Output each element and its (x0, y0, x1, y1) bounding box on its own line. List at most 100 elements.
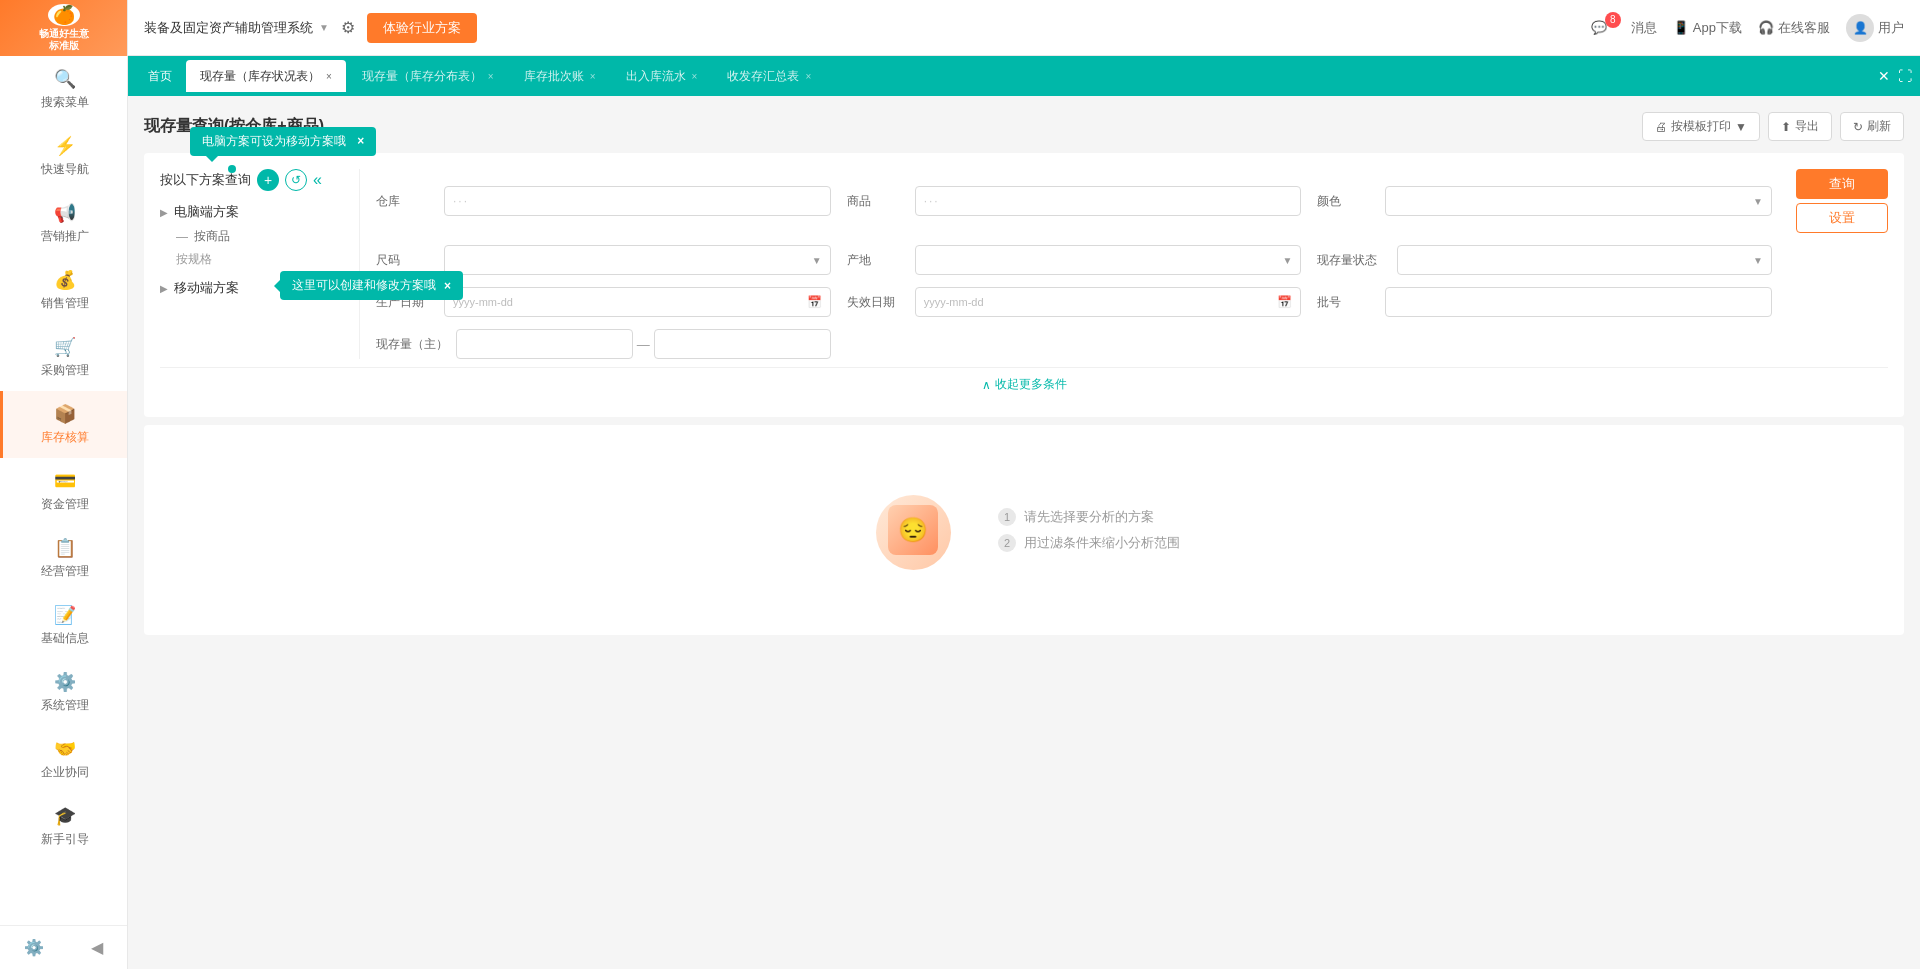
size-dropdown-icon: ▼ (812, 255, 822, 266)
tab-home[interactable]: 首页 (136, 68, 184, 85)
tab-batch-account[interactable]: 库存批次账 × (510, 60, 610, 92)
export-btn[interactable]: ⬆ 导出 (1768, 112, 1832, 141)
filter-header-label: 按以下方案查询 (160, 171, 251, 189)
sidebar-item-operations[interactable]: 📋 经营管理 (0, 525, 127, 592)
step-num-2: 2 (998, 534, 1016, 552)
tooltip2-close[interactable]: × (444, 279, 451, 293)
filter-row-3: 生产日期 yyyy-mm-dd 📅 失效日期 yyyy-mm-dd 📅 (376, 287, 1888, 317)
tab-inout-flow[interactable]: 出入库流水 × (612, 60, 712, 92)
filter-add-btn[interactable]: + (257, 169, 279, 191)
system-icon: ⚙️ (54, 671, 76, 693)
search-btn[interactable]: 查询 (1796, 169, 1888, 199)
print-btn[interactable]: 🖨 按模板打印 ▼ (1642, 112, 1760, 141)
system-title: 装备及固定资产辅助管理系统 ▼ (144, 19, 329, 37)
sidebar-item-base[interactable]: 📝 基础信息 (0, 592, 127, 659)
enterprise-icon: 🤝 (54, 738, 76, 760)
sidebar-item-marketing[interactable]: 📢 营销推广 (0, 190, 127, 257)
sidebar-label-purchase: 采购管理 (41, 362, 89, 379)
message-btn[interactable]: 💬 8 消息 (1591, 19, 1657, 37)
plan-mobile-root[interactable]: ▶ 移动端方案 这里可以创建和修改方案哦 × (160, 275, 347, 301)
sidebar-item-search[interactable]: 🔍 搜索菜单 (0, 56, 127, 123)
tab-summary[interactable]: 收发存汇总表 × (713, 60, 825, 92)
tab-inventory-distribution[interactable]: 现存量（库存分布表） × (348, 60, 508, 92)
app-download-btn[interactable]: 📱 App下载 (1673, 19, 1742, 37)
tab-close-inventory-status[interactable]: × (326, 71, 332, 82)
print-dropdown-icon[interactable]: ▼ (1735, 120, 1747, 134)
calendar-icon-2: 📅 (1277, 295, 1292, 309)
tab-close-distribution[interactable]: × (488, 71, 494, 82)
refresh-btn[interactable]: ↻ 刷新 (1840, 112, 1904, 141)
tab-close-summary[interactable]: × (805, 71, 811, 82)
sidebar-label-search: 搜索菜单 (41, 94, 89, 111)
sidebar-item-guide[interactable]: 🎓 新手引导 (0, 793, 127, 860)
filter-refresh-btn[interactable]: ↺ (285, 169, 307, 191)
warehouse-select[interactable]: ··· (444, 186, 831, 216)
settings-icon[interactable]: ⚙️ (24, 938, 44, 957)
filter-back-icon[interactable]: « (313, 171, 322, 189)
inv-min-input[interactable] (456, 329, 633, 359)
plan-pc-root[interactable]: ▶ 电脑端方案 (160, 199, 347, 225)
filter-row-4: 现存量（主） — (376, 329, 1888, 359)
inventory-icon: 📦 (54, 403, 76, 425)
guide-icon: 🎓 (54, 805, 76, 827)
sidebar-label-system: 系统管理 (41, 697, 89, 714)
filter-row-1: 仓库 ··· 商品 ··· (376, 169, 1888, 233)
refresh-icon: ↻ (1853, 120, 1863, 134)
system-title-dropdown-icon[interactable]: ▼ (319, 22, 329, 33)
sidebar-label-inventory: 库存核算 (41, 429, 89, 446)
sidebar-item-enterprise[interactable]: 🤝 企业协同 (0, 726, 127, 793)
inv-max-input[interactable] (654, 329, 831, 359)
origin-dropdown-icon: ▼ (1282, 255, 1292, 266)
sidebar-label-base: 基础信息 (41, 630, 89, 647)
reset-btn[interactable]: 设置 (1796, 203, 1888, 233)
filter-inv-amount: 现存量（主） — (376, 329, 831, 359)
sidebar-item-system[interactable]: ⚙️ 系统管理 (0, 659, 127, 726)
sidebar-item-quicknav[interactable]: ⚡ 快速导航 (0, 123, 127, 190)
prod-date-start[interactable]: yyyy-mm-dd 📅 (444, 287, 831, 317)
tab-inventory-status[interactable]: 现存量（库存状况表） × (186, 60, 346, 92)
user-avatar-btn[interactable]: 👤 用户 (1846, 14, 1904, 42)
page-body: 现存量查询(按仓库+商品) 🖨 按模板打印 ▼ ⬆ 导出 ↻ 刷新 (128, 96, 1920, 969)
sidebar-item-sales[interactable]: 💰 销售管理 (0, 257, 127, 324)
size-select[interactable]: ▼ (444, 245, 831, 275)
collapse-up-icon: ∧ (982, 378, 991, 392)
tab-bar: 首页 现存量（库存状况表） × 现存量（库存分布表） × 库存批次账 × 出入库… (128, 56, 1920, 96)
empty-step-2: 2 用过滤条件来缩小分析范围 (998, 534, 1180, 552)
header-right: 💬 8 消息 📱 App下载 🎧 在线客服 👤 用户 (1591, 14, 1904, 42)
sidebar-item-purchase[interactable]: 🛒 采购管理 (0, 324, 127, 391)
batch-input[interactable] (1385, 287, 1772, 317)
marketing-icon: 📢 (54, 202, 76, 224)
industry-btn[interactable]: 体验行业方案 (367, 13, 477, 43)
filter-section: 按以下方案查询 + ↺ « 电脑方案可设为移动方案哦 × (144, 153, 1904, 417)
exp-date-start[interactable]: yyyy-mm-dd 📅 (915, 287, 1302, 317)
filter-header-row: 按以下方案查询 + ↺ « 电脑方案可设为移动方案哦 × (160, 169, 347, 191)
tab-actions: ✕ ⛶ (1878, 68, 1912, 84)
operations-icon: 📋 (54, 537, 76, 559)
page-header: 现存量查询(按仓库+商品) 🖨 按模板打印 ▼ ⬆ 导出 ↻ 刷新 (144, 112, 1904, 141)
sidebar-item-finance[interactable]: 💳 资金管理 (0, 458, 127, 525)
origin-select[interactable]: ▼ (915, 245, 1302, 275)
online-support-btn[interactable]: 🎧 在线客服 (1758, 19, 1830, 37)
collapse-icon[interactable]: ◀ (91, 938, 103, 957)
color-select[interactable]: ▼ (1385, 186, 1772, 216)
plan-pc-item-1[interactable]: — 按商品 (176, 225, 347, 248)
filter-inv-status: 现存量状态 ▼ (1317, 245, 1772, 275)
inv-status-select[interactable]: ▼ (1397, 245, 1772, 275)
header-settings-icon[interactable]: ⚙ (341, 18, 355, 37)
product-select[interactable]: ··· (915, 186, 1302, 216)
tooltip1-close[interactable]: × (357, 134, 364, 148)
inv-status-dropdown-icon: ▼ (1753, 255, 1763, 266)
empty-step-1: 1 请先选择要分析的方案 (998, 508, 1180, 526)
tab-close-inout[interactable]: × (692, 71, 698, 82)
purchase-icon: 🛒 (54, 336, 76, 358)
step-num-1: 1 (998, 508, 1016, 526)
sidebar-item-inventory[interactable]: 📦 库存核算 (0, 391, 127, 458)
tab-close-batch[interactable]: × (590, 71, 596, 82)
tab-maximize-icon[interactable]: ⛶ (1898, 68, 1912, 84)
sidebar-label-sales: 销售管理 (41, 295, 89, 312)
tree-mobile-expand-icon: ▶ (160, 283, 168, 294)
collapse-bar[interactable]: ∧ 收起更多条件 (160, 367, 1888, 401)
plan-pc-item-2[interactable]: 按规格 (176, 248, 347, 271)
tab-close-all-icon[interactable]: ✕ (1878, 68, 1890, 84)
main-content: 装备及固定资产辅助管理系统 ▼ ⚙ 体验行业方案 💬 8 消息 📱 App下载 … (128, 0, 1920, 969)
